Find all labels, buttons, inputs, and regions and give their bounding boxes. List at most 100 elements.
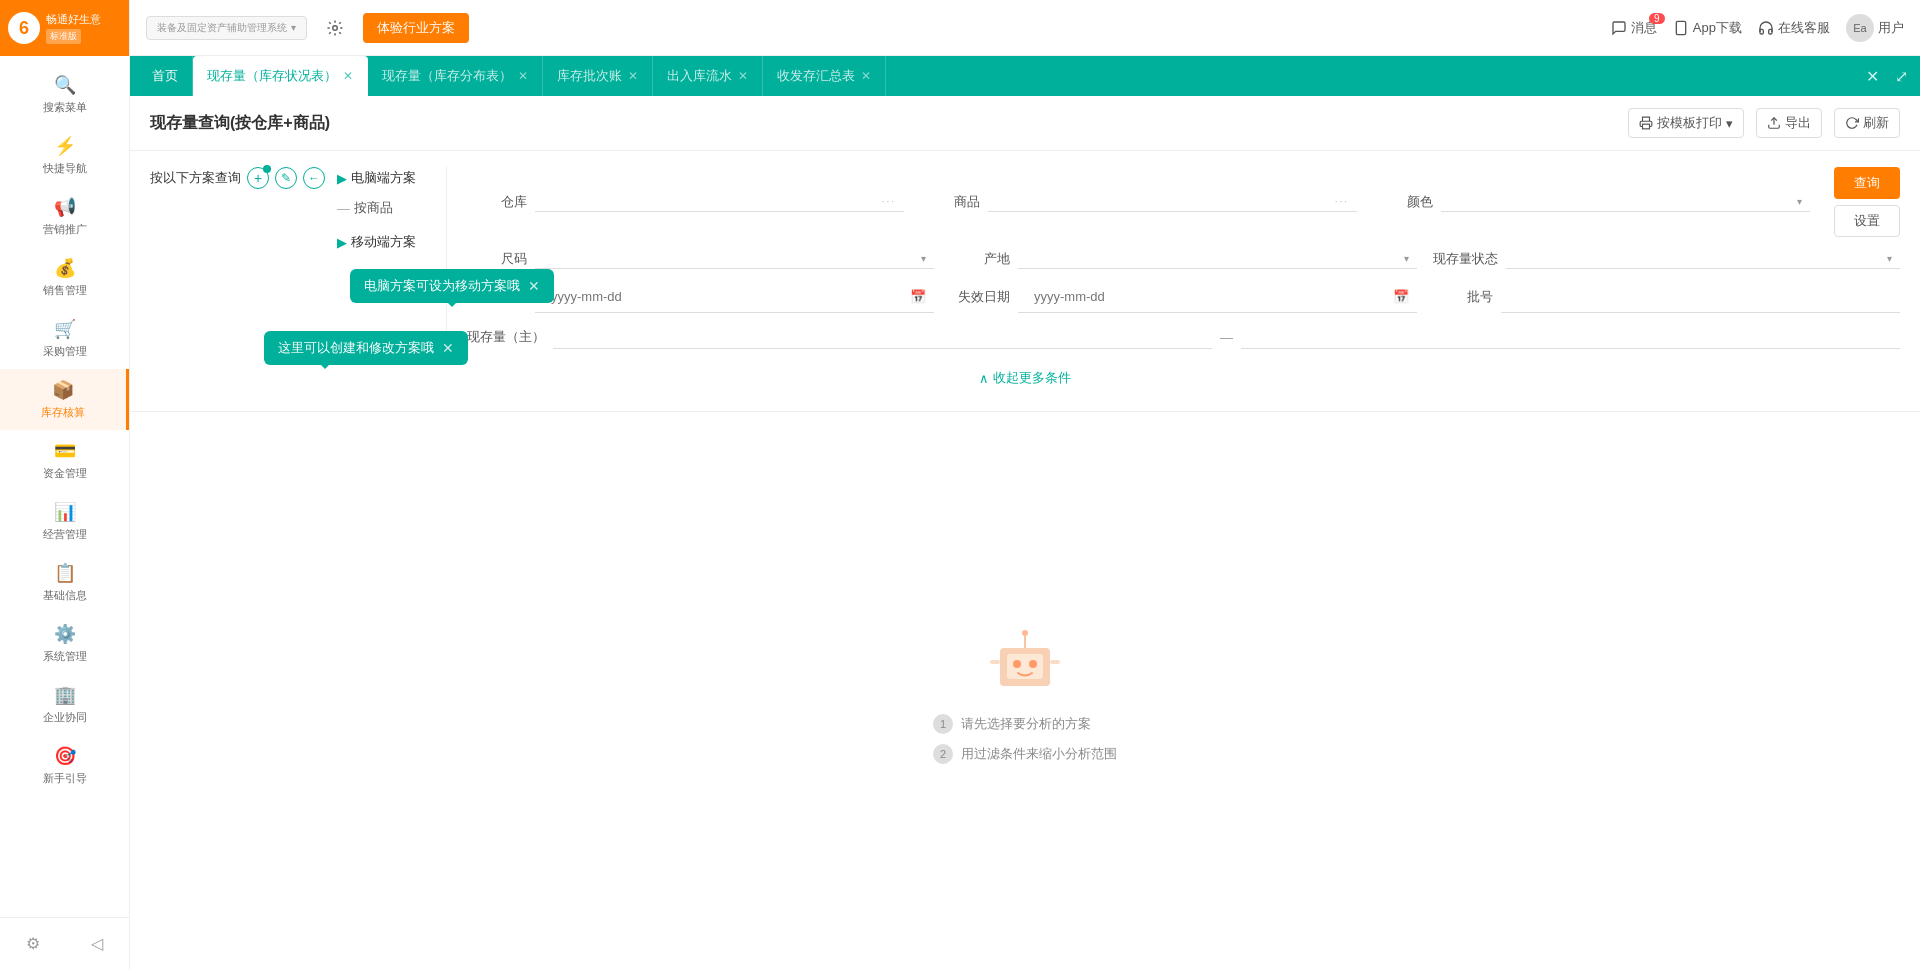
chevron-down-icon: ▾ xyxy=(291,22,296,33)
sidebar-item-system[interactable]: ⚙️ 系统管理 xyxy=(0,613,129,674)
tab-inout-flow-close[interactable]: ✕ xyxy=(738,69,748,83)
scheme-sub-item[interactable]: — 按商品 xyxy=(337,197,434,219)
tab-close-all-btn[interactable]: ✕ xyxy=(1862,63,1883,90)
stock-min-input[interactable] xyxy=(561,329,1204,344)
sidebar-item-marketing[interactable]: 📢 营销推广 xyxy=(0,186,129,247)
search-btn[interactable]: 查询 xyxy=(1834,167,1900,199)
page-header: 现存量查询(按仓库+商品) 按模板打印 ▾ 导出 刷新 xyxy=(130,96,1920,151)
sidebar-item-label: 资金管理 xyxy=(43,466,87,481)
filter-fields-row-1: 仓库 ··· 商品 ··· xyxy=(467,167,1900,237)
reset-btn[interactable]: 设置 xyxy=(1834,205,1900,237)
sidebar-item-purchase[interactable]: 🛒 采购管理 xyxy=(0,308,129,369)
search-btn-group: 查询 设置 xyxy=(1834,167,1900,237)
sidebar-settings-btn[interactable]: ⚙ xyxy=(18,926,48,961)
sidebar-item-basic[interactable]: 📋 基础信息 xyxy=(0,552,129,613)
settings-icon: ⚙ xyxy=(26,934,40,953)
sales-icon: 💰 xyxy=(54,257,76,279)
calendar-icon-expiry[interactable]: 📅 xyxy=(1393,289,1409,304)
filter-label-group: 按以下方案查询 + ✎ ← xyxy=(150,167,325,189)
tab-inventory-status-close[interactable]: ✕ xyxy=(343,69,353,83)
calendar-icon-production[interactable]: 📅 xyxy=(910,289,926,304)
tab-inventory-dist-close[interactable]: ✕ xyxy=(518,69,528,83)
sidebar-item-quick[interactable]: ⚡ 快捷导航 xyxy=(0,125,129,186)
tab-inventory-status[interactable]: 现存量（库存状况表） ✕ xyxy=(193,56,368,96)
tab-inventory-status-label: 现存量（库存状况表） xyxy=(207,67,337,85)
collapse-label: 收起更多条件 xyxy=(993,369,1071,387)
avatar-text: Ea xyxy=(1853,22,1866,34)
tab-inout-flow[interactable]: 出入库流水 ✕ xyxy=(653,56,763,96)
sidebar-item-guide[interactable]: 🎯 新手引导 xyxy=(0,735,129,796)
main-content: 装备及固定资产辅助管理系统 ▾ 体验行业方案 消息 9 App下载 在线客服 xyxy=(130,0,1920,969)
step-2-num: 2 xyxy=(933,744,953,764)
stock-min-wrapper xyxy=(553,325,1212,349)
system-icon: ⚙️ xyxy=(54,623,76,645)
tab-home[interactable]: 首页 xyxy=(138,56,193,96)
refresh-label: 刷新 xyxy=(1863,114,1889,132)
sidebar-item-label: 基础信息 xyxy=(43,588,87,603)
industry-btn[interactable]: 体验行业方案 xyxy=(363,13,469,43)
sidebar: 6 畅通好生意 标准版 🔍 搜索菜单 ⚡ 快捷导航 📢 营销推广 💰 销售管理 … xyxy=(0,0,130,969)
system-title: 装备及固定资产辅助管理系统 xyxy=(157,21,287,35)
batch-input-wrapper xyxy=(1501,281,1900,313)
filter-field-goods: 商品 ··· xyxy=(920,192,1357,212)
filter-fields-row-2: 尺码 ▾ 产地 ▾ xyxy=(467,249,1900,269)
tab-expand-btn[interactable]: ⤢ xyxy=(1891,63,1912,90)
svg-rect-3 xyxy=(1643,124,1650,129)
online-service-btn[interactable]: 在线客服 xyxy=(1758,19,1830,37)
svg-point-7 xyxy=(1013,660,1021,668)
sub-scheme-name: 按商品 xyxy=(354,199,393,217)
logo-text-group: 畅通好生意 标准版 xyxy=(46,12,101,43)
filter-add-btn[interactable]: + xyxy=(247,167,269,189)
tab-inventory-batch-close[interactable]: ✕ xyxy=(628,69,638,83)
user-menu-btn[interactable]: Ea 用户 xyxy=(1846,14,1904,42)
filter-field-expiry-date: 失效日期 📅 xyxy=(950,281,1417,313)
tooltip-scheme-close[interactable]: ✕ xyxy=(528,278,540,294)
sidebar-item-inventory[interactable]: 📦 库存核算 xyxy=(0,369,129,430)
tab-inventory-batch[interactable]: 库存批次账 ✕ xyxy=(543,56,653,96)
color-input[interactable]: ▾ xyxy=(1441,192,1810,212)
basic-icon: 📋 xyxy=(54,562,76,584)
expiry-date-input[interactable] xyxy=(1026,285,1393,308)
origin-input[interactable]: ▾ xyxy=(1018,249,1417,269)
empty-step-1: 1 请先选择要分析的方案 xyxy=(933,714,1117,734)
header-settings-btn[interactable] xyxy=(319,12,351,44)
stock-max-input[interactable] xyxy=(1249,329,1892,344)
refresh-btn[interactable]: 刷新 xyxy=(1834,108,1900,138)
scheme-desktop-parent[interactable]: ▶ 电脑端方案 xyxy=(337,167,434,189)
tooltip-create: 这里可以创建和修改方案哦 ✕ xyxy=(264,331,468,365)
sidebar-item-operations[interactable]: 📊 经营管理 xyxy=(0,491,129,552)
batch-input[interactable] xyxy=(1509,285,1892,308)
collapse-btn[interactable]: ∧ 收起更多条件 xyxy=(979,369,1071,387)
scheme-mobile-parent[interactable]: ▶ 移动端方案 xyxy=(337,231,434,253)
sidebar-item-enterprise[interactable]: 🏢 企业协同 xyxy=(0,674,129,735)
filter-back-btn[interactable]: ← xyxy=(303,167,325,189)
scheme-tree: ▶ 电脑端方案 — 按商品 ▶ 移动端方案 xyxy=(337,167,447,349)
tooltip-create-close[interactable]: ✕ xyxy=(442,340,454,356)
filter-edit-btn[interactable]: ✎ xyxy=(275,167,297,189)
template-print-btn[interactable]: 按模板打印 ▾ xyxy=(1628,108,1744,138)
production-date-input[interactable] xyxy=(543,285,910,308)
sidebar-item-sales[interactable]: 💰 销售管理 xyxy=(0,247,129,308)
warehouse-input[interactable]: ··· xyxy=(535,192,904,212)
export-btn[interactable]: 导出 xyxy=(1756,108,1822,138)
sidebar-item-search[interactable]: 🔍 搜索菜单 xyxy=(0,64,129,125)
svg-point-0 xyxy=(333,25,338,30)
tab-inventory-dist[interactable]: 现存量（库存分布表） ✕ xyxy=(368,56,543,96)
tab-receive-summary-close[interactable]: ✕ xyxy=(861,69,871,83)
inventory-status-input[interactable]: ▾ xyxy=(1506,249,1900,269)
goods-label: 商品 xyxy=(920,193,980,211)
filter-field-batch: 批号 xyxy=(1433,281,1900,313)
goods-input[interactable]: ··· xyxy=(988,192,1357,212)
sidebar-collapse-btn[interactable]: ◁ xyxy=(83,926,111,961)
tab-receive-summary[interactable]: 收发存汇总表 ✕ xyxy=(763,56,886,96)
system-selector[interactable]: 装备及固定资产辅助管理系统 ▾ xyxy=(146,16,307,40)
header-right: 消息 9 App下载 在线客服 Ea 用户 xyxy=(1611,14,1904,42)
sidebar-item-finance[interactable]: 💳 资金管理 xyxy=(0,430,129,491)
add-btn-dot xyxy=(263,165,271,173)
empty-step-2: 2 用过滤条件来缩小分析范围 xyxy=(933,744,1117,764)
size-input[interactable]: ▾ xyxy=(535,249,934,269)
app-download-btn[interactable]: App下载 xyxy=(1673,19,1742,37)
warehouse-dots: ··· xyxy=(882,196,896,207)
message-btn[interactable]: 消息 9 xyxy=(1611,19,1657,37)
tab-inventory-batch-label: 库存批次账 xyxy=(557,67,622,85)
